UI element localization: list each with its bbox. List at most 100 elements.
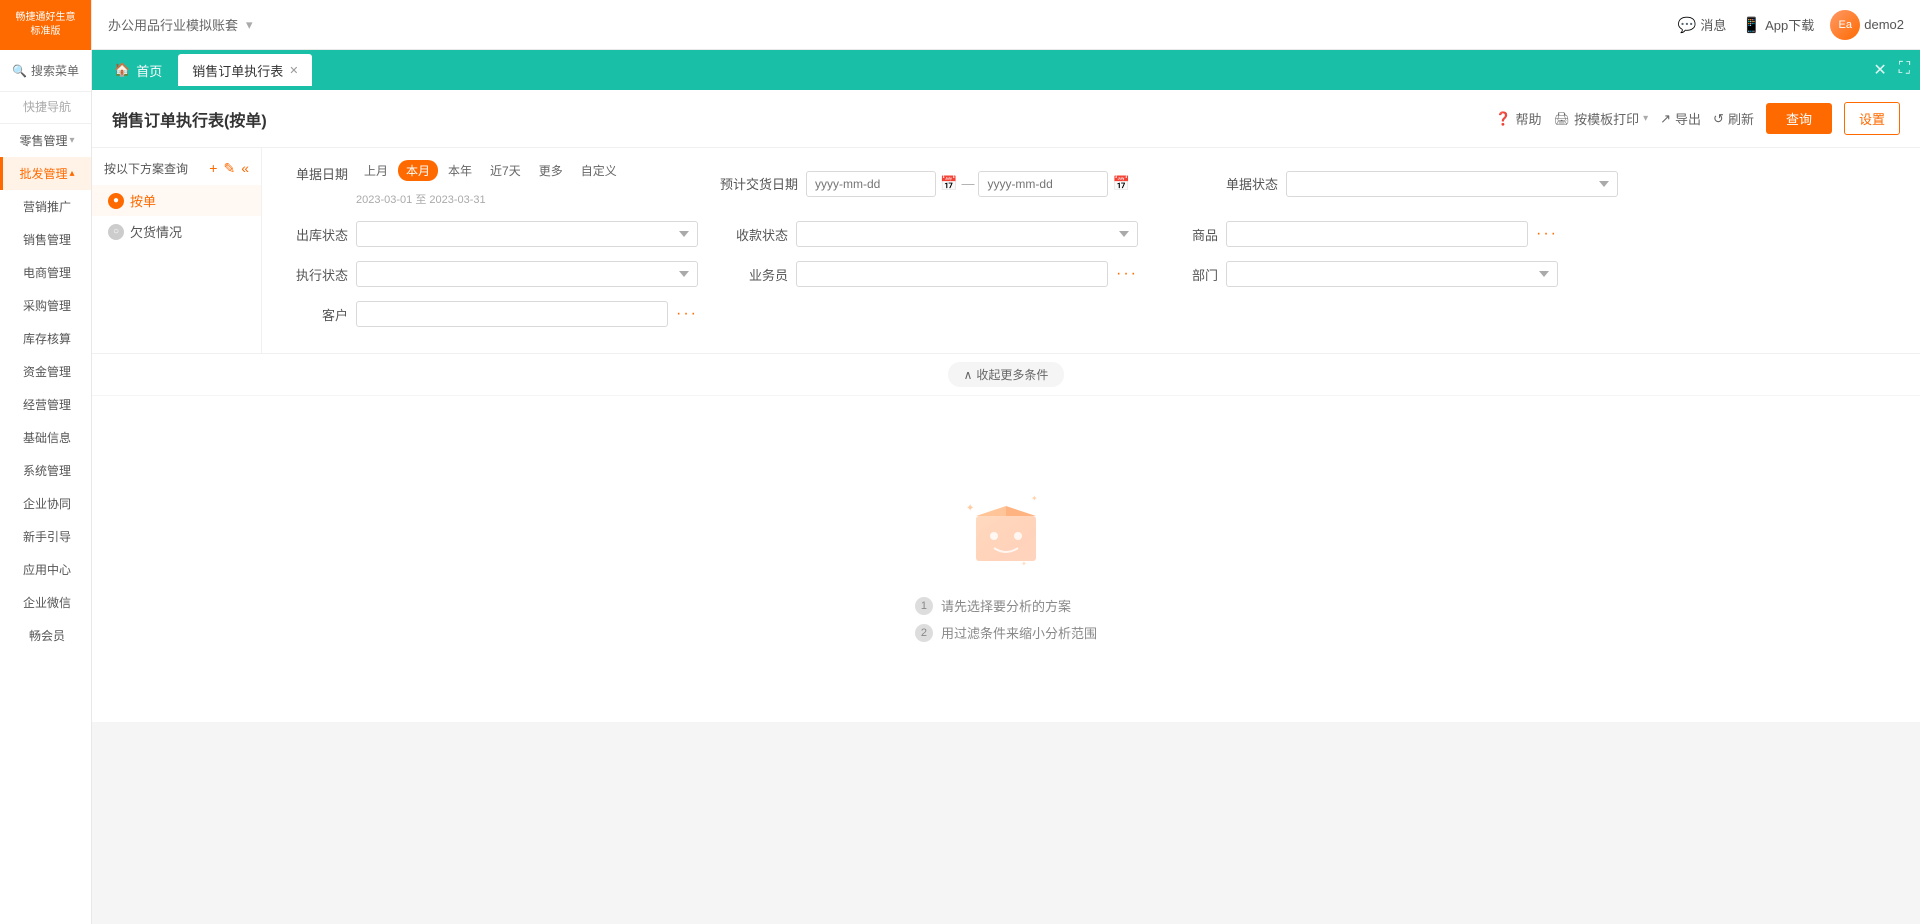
search-menu-label: 搜索菜单 bbox=[31, 62, 79, 79]
refresh-button[interactable]: ↺ 刷新 bbox=[1713, 109, 1754, 128]
print-arrow-icon: ▾ bbox=[1643, 113, 1648, 124]
query-button[interactable]: 查询 bbox=[1766, 103, 1832, 134]
message-button[interactable]: 💬 消息 bbox=[1678, 15, 1727, 34]
sidebar-item-finance[interactable]: 资金管理 bbox=[0, 355, 91, 388]
exec-status-label: 执行状态 bbox=[278, 265, 348, 284]
sidebar-item-marketing[interactable]: 营销推广 bbox=[0, 190, 91, 223]
order-status-select[interactable] bbox=[1286, 171, 1618, 197]
sidebar-item-marketing-label: 营销推广 bbox=[23, 198, 71, 215]
dept-select[interactable] bbox=[1226, 261, 1558, 287]
main-area: 办公用品行业模拟账套 ▾ 💬 消息 📱 App下载 Ea demo2 🏠 首页 bbox=[92, 0, 1920, 924]
topbar: 办公用品行业模拟账套 ▾ 💬 消息 📱 App下载 Ea demo2 bbox=[92, 0, 1920, 50]
page-title: 销售订单执行表(按单) bbox=[112, 107, 267, 143]
sidebar-item-newbie[interactable]: 新手引导 bbox=[0, 520, 91, 553]
logo-text: 畅捷通好生意 标准版 bbox=[16, 11, 76, 39]
sidebar-item-ecommerce[interactable]: 电商管理 bbox=[0, 256, 91, 289]
calendar-end-icon[interactable]: 📅 bbox=[1112, 175, 1129, 192]
sidebar-item-wecom[interactable]: 企业微信 bbox=[0, 586, 91, 619]
search-menu-button[interactable]: 🔍 搜索菜单 bbox=[6, 58, 85, 83]
salesman-more-icon[interactable]: ··· bbox=[1116, 265, 1138, 283]
collapse-sidebar-icon[interactable]: « bbox=[241, 160, 249, 177]
filter-field-ship-status: 出库状态 bbox=[278, 221, 698, 247]
sidebar-item-inventory[interactable]: 库存核算 bbox=[0, 322, 91, 355]
tab-maximize-icon[interactable]: ⛶ bbox=[1897, 58, 1912, 82]
refresh-label: 刷新 bbox=[1728, 109, 1754, 128]
sidebar-item-sales-label: 销售管理 bbox=[23, 231, 71, 248]
print-label: 按模板打印 bbox=[1574, 109, 1639, 128]
filter-sidebar-actions: + ✎ « bbox=[209, 160, 249, 177]
expected-date-label: 预计交货日期 bbox=[718, 174, 798, 193]
salesman-input[interactable] bbox=[796, 261, 1108, 287]
tab-close-window-icon[interactable]: ✕ bbox=[1871, 58, 1888, 82]
calendar-start-icon[interactable]: 📅 bbox=[940, 175, 957, 192]
filter-panel: 按以下方案查询 + ✎ « ● 按单 ○ 欠货情况 bbox=[92, 148, 1920, 353]
app-download-button[interactable]: 📱 App下载 bbox=[1742, 15, 1814, 34]
edit-plan-icon[interactable]: ✎ bbox=[223, 160, 235, 177]
plan-item-shortage[interactable]: ○ 欠货情况 bbox=[92, 216, 261, 247]
tab-close-icon[interactable]: ✕ bbox=[289, 64, 298, 77]
sidebar-item-member[interactable]: 畅会员 bbox=[0, 619, 91, 652]
message-label: 消息 bbox=[1700, 15, 1726, 34]
plan-dot-active: ● bbox=[108, 193, 124, 209]
sidebar-item-retail-label: 零售管理 bbox=[19, 132, 67, 149]
add-plan-icon[interactable]: + bbox=[209, 160, 217, 177]
settings-button[interactable]: 设置 bbox=[1844, 102, 1900, 135]
help-button[interactable]: ❓ 帮助 bbox=[1495, 109, 1541, 128]
collapse-button[interactable]: ∧ 收起更多条件 bbox=[92, 353, 1920, 395]
empty-illustration: ✦ ✦ ✦ bbox=[956, 476, 1056, 576]
date-range-hint: 2023-03-01 至 2023-03-31 bbox=[356, 194, 486, 206]
exec-status-select[interactable] bbox=[356, 261, 698, 287]
filter-field-salesman: 业务员 ··· bbox=[718, 261, 1138, 287]
tab-home[interactable]: 🏠 首页 bbox=[100, 54, 176, 86]
step-num-2: 2 bbox=[915, 624, 933, 642]
sidebar-item-app-center[interactable]: 应用中心 bbox=[0, 553, 91, 586]
goods-input[interactable] bbox=[1226, 221, 1528, 247]
sidebar-item-finance-label: 资金管理 bbox=[23, 363, 71, 380]
customer-label: 客户 bbox=[278, 305, 348, 324]
date-tab-this-year[interactable]: 本年 bbox=[440, 160, 480, 181]
empty-step-2-label: 用过滤条件来缩小分析范围 bbox=[941, 623, 1097, 642]
ship-status-select[interactable] bbox=[356, 221, 698, 247]
sidebar-item-purchase[interactable]: 采购管理 bbox=[0, 289, 91, 322]
goods-label: 商品 bbox=[1158, 225, 1218, 244]
plan-item-single[interactable]: ● 按单 bbox=[92, 185, 261, 216]
sidebar-item-retail[interactable]: 零售管理 ▾ bbox=[0, 124, 91, 157]
sidebar-item-basic-info-label: 基础信息 bbox=[23, 429, 71, 446]
sidebar-item-wholesale-label: 批发管理 bbox=[19, 165, 67, 182]
filter-sidebar: 按以下方案查询 + ✎ « ● 按单 ○ 欠货情况 bbox=[92, 148, 262, 353]
sidebar-item-inventory-label: 库存核算 bbox=[23, 330, 71, 347]
sidebar-item-basic-info[interactable]: 基础信息 bbox=[0, 421, 91, 454]
date-tab-custom[interactable]: 自定义 bbox=[573, 160, 625, 181]
sidebar-item-wholesale[interactable]: 批发管理 ▴ bbox=[0, 157, 91, 190]
date-tab-last-month[interactable]: 上月 bbox=[356, 160, 396, 181]
sidebar-item-app-center-label: 应用中心 bbox=[23, 561, 71, 578]
home-icon: 🏠 bbox=[114, 62, 130, 78]
expected-date-start[interactable] bbox=[806, 171, 936, 197]
expected-date-end[interactable] bbox=[978, 171, 1108, 197]
date-tab-more[interactable]: 更多 bbox=[531, 160, 571, 181]
date-tab-this-month[interactable]: 本月 bbox=[398, 160, 438, 181]
export-button[interactable]: ↗ 导出 bbox=[1660, 109, 1701, 128]
filter-row-4: 客户 ··· bbox=[278, 301, 1904, 327]
sidebar-item-system[interactable]: 系统管理 bbox=[0, 454, 91, 487]
industry-arrow-icon[interactable]: ▾ bbox=[246, 17, 253, 33]
print-button[interactable]: 🖨 按模板打印 ▾ bbox=[1554, 109, 1649, 128]
collection-status-label: 收款状态 bbox=[718, 225, 788, 244]
filter-field-order-status: 单据状态 bbox=[1218, 171, 1618, 197]
sidebar-item-management[interactable]: 经营管理 bbox=[0, 388, 91, 421]
customer-more-icon[interactable]: ··· bbox=[676, 305, 698, 323]
sidebar-item-ecommerce-label: 电商管理 bbox=[23, 264, 71, 281]
sidebar-item-sales[interactable]: 销售管理 bbox=[0, 223, 91, 256]
collection-status-select[interactable] bbox=[796, 221, 1138, 247]
sidebar-item-collab-label: 企业协同 bbox=[23, 495, 71, 512]
date-tab-7days[interactable]: 近7天 bbox=[482, 160, 529, 181]
goods-more-icon[interactable]: ··· bbox=[1536, 225, 1558, 243]
user-menu[interactable]: Ea demo2 bbox=[1830, 10, 1904, 40]
sidebar-item-member-label: 畅会员 bbox=[29, 627, 65, 644]
sidebar-item-collab[interactable]: 企业协同 bbox=[0, 487, 91, 520]
tab-sales-order[interactable]: 销售订单执行表 ✕ bbox=[178, 54, 312, 86]
sidebar-item-quick-nav[interactable]: 快捷导航 bbox=[0, 92, 91, 121]
customer-input[interactable] bbox=[356, 301, 668, 327]
tab-home-label: 首页 bbox=[136, 61, 162, 80]
filter-row-2: 出库状态 收款状态 商品 ··· bbox=[278, 221, 1904, 247]
